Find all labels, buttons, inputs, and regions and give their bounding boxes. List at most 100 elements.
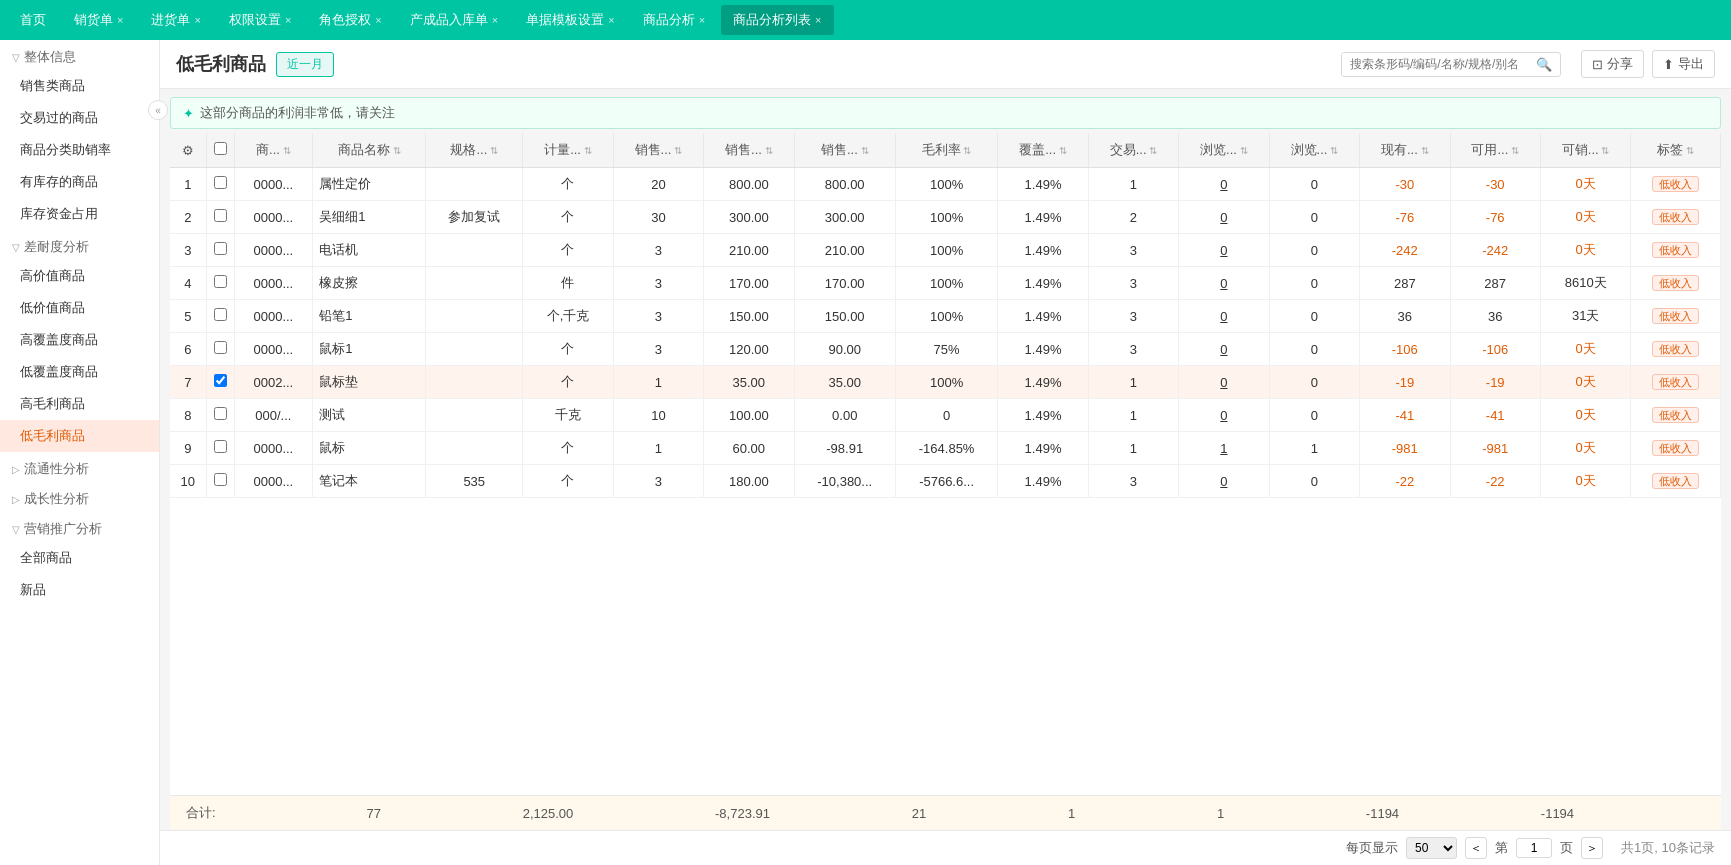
cell-checkbox[interactable]	[206, 201, 234, 234]
cell-checkbox[interactable]	[206, 267, 234, 300]
row-checkbox[interactable]	[214, 308, 227, 321]
cell-browse1[interactable]: 0	[1179, 201, 1269, 234]
row-checkbox[interactable]	[214, 209, 227, 222]
table-row: 10 0000... 笔记本 535 个 3 180.00 -10,380...…	[170, 465, 1721, 498]
sidebar-item-low-margin[interactable]: 低毛利商品	[0, 420, 159, 452]
sidebar-item-in-stock[interactable]: 有库存的商品	[0, 166, 159, 198]
sidebar-collapse-button[interactable]: «	[148, 100, 168, 120]
cell-current-stock: -30	[1360, 168, 1450, 201]
sidebar-item-category-rate[interactable]: 商品分类助销率	[0, 134, 159, 166]
th-spec[interactable]: 规格...	[426, 133, 523, 168]
search-box: 🔍	[1341, 52, 1561, 77]
cell-browse2: 0	[1269, 300, 1359, 333]
cell-checkbox[interactable]	[206, 465, 234, 498]
cell-current-stock: 36	[1360, 300, 1450, 333]
sidebar-item-sales-goods[interactable]: 销售类商品	[0, 70, 159, 102]
nav-close-analysis[interactable]: ×	[699, 14, 705, 26]
th-sale-profit[interactable]: 销售...	[794, 133, 895, 168]
nav-sales-order[interactable]: 销货单 ×	[62, 5, 135, 35]
th-current-stock[interactable]: 现有...	[1360, 133, 1450, 168]
cell-checkbox[interactable]	[206, 168, 234, 201]
th-settings[interactable]: ⚙	[170, 133, 206, 168]
row-checkbox[interactable]	[214, 176, 227, 189]
th-browse1[interactable]: 浏览...	[1179, 133, 1269, 168]
share-button[interactable]: ⊡ 分享	[1581, 50, 1644, 78]
cell-browse1[interactable]: 1	[1179, 432, 1269, 465]
cell-browse1[interactable]: 0	[1179, 300, 1269, 333]
th-saleable[interactable]: 可销...	[1540, 133, 1630, 168]
nav-permissions[interactable]: 权限设置 ×	[217, 5, 303, 35]
nav-close-analysis-list[interactable]: ×	[815, 14, 821, 26]
th-coverage[interactable]: 覆盖...	[998, 133, 1088, 168]
select-all-checkbox[interactable]	[214, 142, 227, 155]
nav-close-template[interactable]: ×	[608, 14, 614, 26]
row-checkbox[interactable]	[214, 407, 227, 420]
search-input[interactable]	[1342, 53, 1528, 75]
sidebar-item-low-coverage[interactable]: 低覆盖度商品	[0, 356, 159, 388]
cell-browse1[interactable]: 0	[1179, 234, 1269, 267]
th-sale-qty[interactable]: 销售...	[613, 133, 703, 168]
th-unit[interactable]: 计量...	[523, 133, 613, 168]
th-transactions[interactable]: 交易...	[1088, 133, 1178, 168]
nav-product-entry[interactable]: 产成品入库单 ×	[398, 5, 510, 35]
cell-current-stock: 287	[1360, 267, 1450, 300]
cell-code: 0000...	[234, 234, 313, 267]
nav-close-product[interactable]: ×	[492, 14, 498, 26]
footer-current-stock: -1194	[1346, 806, 1419, 821]
cell-browse1[interactable]: 0	[1179, 399, 1269, 432]
cell-checkbox[interactable]	[206, 234, 234, 267]
row-checkbox[interactable]	[214, 341, 227, 354]
sidebar-item-new-goods[interactable]: 新品	[0, 574, 159, 606]
nav-analysis-list[interactable]: 商品分析列表 ×	[721, 5, 833, 35]
cell-browse1[interactable]: 0	[1179, 267, 1269, 300]
nav-template-settings[interactable]: 单据模板设置 ×	[514, 5, 626, 35]
cell-checkbox[interactable]	[206, 333, 234, 366]
sidebar-item-high-value[interactable]: 高价值商品	[0, 260, 159, 292]
sidebar-item-capital[interactable]: 库存资金占用	[0, 198, 159, 230]
sidebar-item-low-value[interactable]: 低价值商品	[0, 292, 159, 324]
nav-close-roles[interactable]: ×	[375, 14, 381, 26]
filter-period-button[interactable]: 近一月	[276, 52, 334, 77]
nav-roles[interactable]: 角色授权 ×	[307, 5, 393, 35]
sidebar-item-high-coverage[interactable]: 高覆盖度商品	[0, 324, 159, 356]
nav-home[interactable]: 首页	[8, 5, 58, 35]
cell-coverage: 1.49%	[998, 201, 1088, 234]
sidebar-item-traded-goods[interactable]: 交易过的商品	[0, 102, 159, 134]
row-checkbox[interactable]	[214, 275, 227, 288]
th-browse2[interactable]: 浏览...	[1269, 133, 1359, 168]
page-size-select[interactable]: 20 50 100	[1406, 837, 1457, 859]
th-code[interactable]: 商...	[234, 133, 313, 168]
prev-page-button[interactable]: ＜	[1465, 837, 1487, 859]
th-sale-amount[interactable]: 销售...	[704, 133, 794, 168]
sidebar-item-high-margin[interactable]: 高毛利商品	[0, 388, 159, 420]
next-page-button[interactable]: ＞	[1581, 837, 1603, 859]
nav-close-permissions[interactable]: ×	[285, 14, 291, 26]
cell-browse1[interactable]: 0	[1179, 366, 1269, 399]
cell-checkbox[interactable]	[206, 300, 234, 333]
row-checkbox[interactable]	[214, 440, 227, 453]
cell-checkbox[interactable]	[206, 432, 234, 465]
cell-checkbox[interactable]	[206, 366, 234, 399]
th-profit-rate[interactable]: 毛利率	[895, 133, 997, 168]
cell-checkbox[interactable]	[206, 399, 234, 432]
export-button[interactable]: ⬆ 导出	[1652, 50, 1715, 78]
row-checkbox[interactable]	[214, 242, 227, 255]
search-button[interactable]: 🔍	[1528, 53, 1560, 76]
nav-close-sales[interactable]: ×	[117, 14, 123, 26]
nav-purchase-order[interactable]: 进货单 ×	[139, 5, 212, 35]
nav-close-purchase[interactable]: ×	[194, 14, 200, 26]
page-number-input[interactable]	[1516, 838, 1552, 858]
th-checkbox[interactable]	[206, 133, 234, 168]
cell-sale-amount: 800.00	[704, 168, 794, 201]
cell-browse1[interactable]: 0	[1179, 465, 1269, 498]
data-table-container[interactable]: ⚙ 商... 商品名称 规格... 计量... 销售... 销售... 销售..…	[170, 133, 1721, 795]
cell-browse1[interactable]: 0	[1179, 333, 1269, 366]
nav-product-analysis[interactable]: 商品分析 ×	[631, 5, 717, 35]
th-tag[interactable]: 标签	[1631, 133, 1721, 168]
row-checkbox[interactable]	[214, 374, 227, 387]
row-checkbox[interactable]	[214, 473, 227, 486]
cell-browse1[interactable]: 0	[1179, 168, 1269, 201]
sidebar-item-all-goods[interactable]: 全部商品	[0, 542, 159, 574]
th-available[interactable]: 可用...	[1450, 133, 1540, 168]
th-name[interactable]: 商品名称	[313, 133, 426, 168]
